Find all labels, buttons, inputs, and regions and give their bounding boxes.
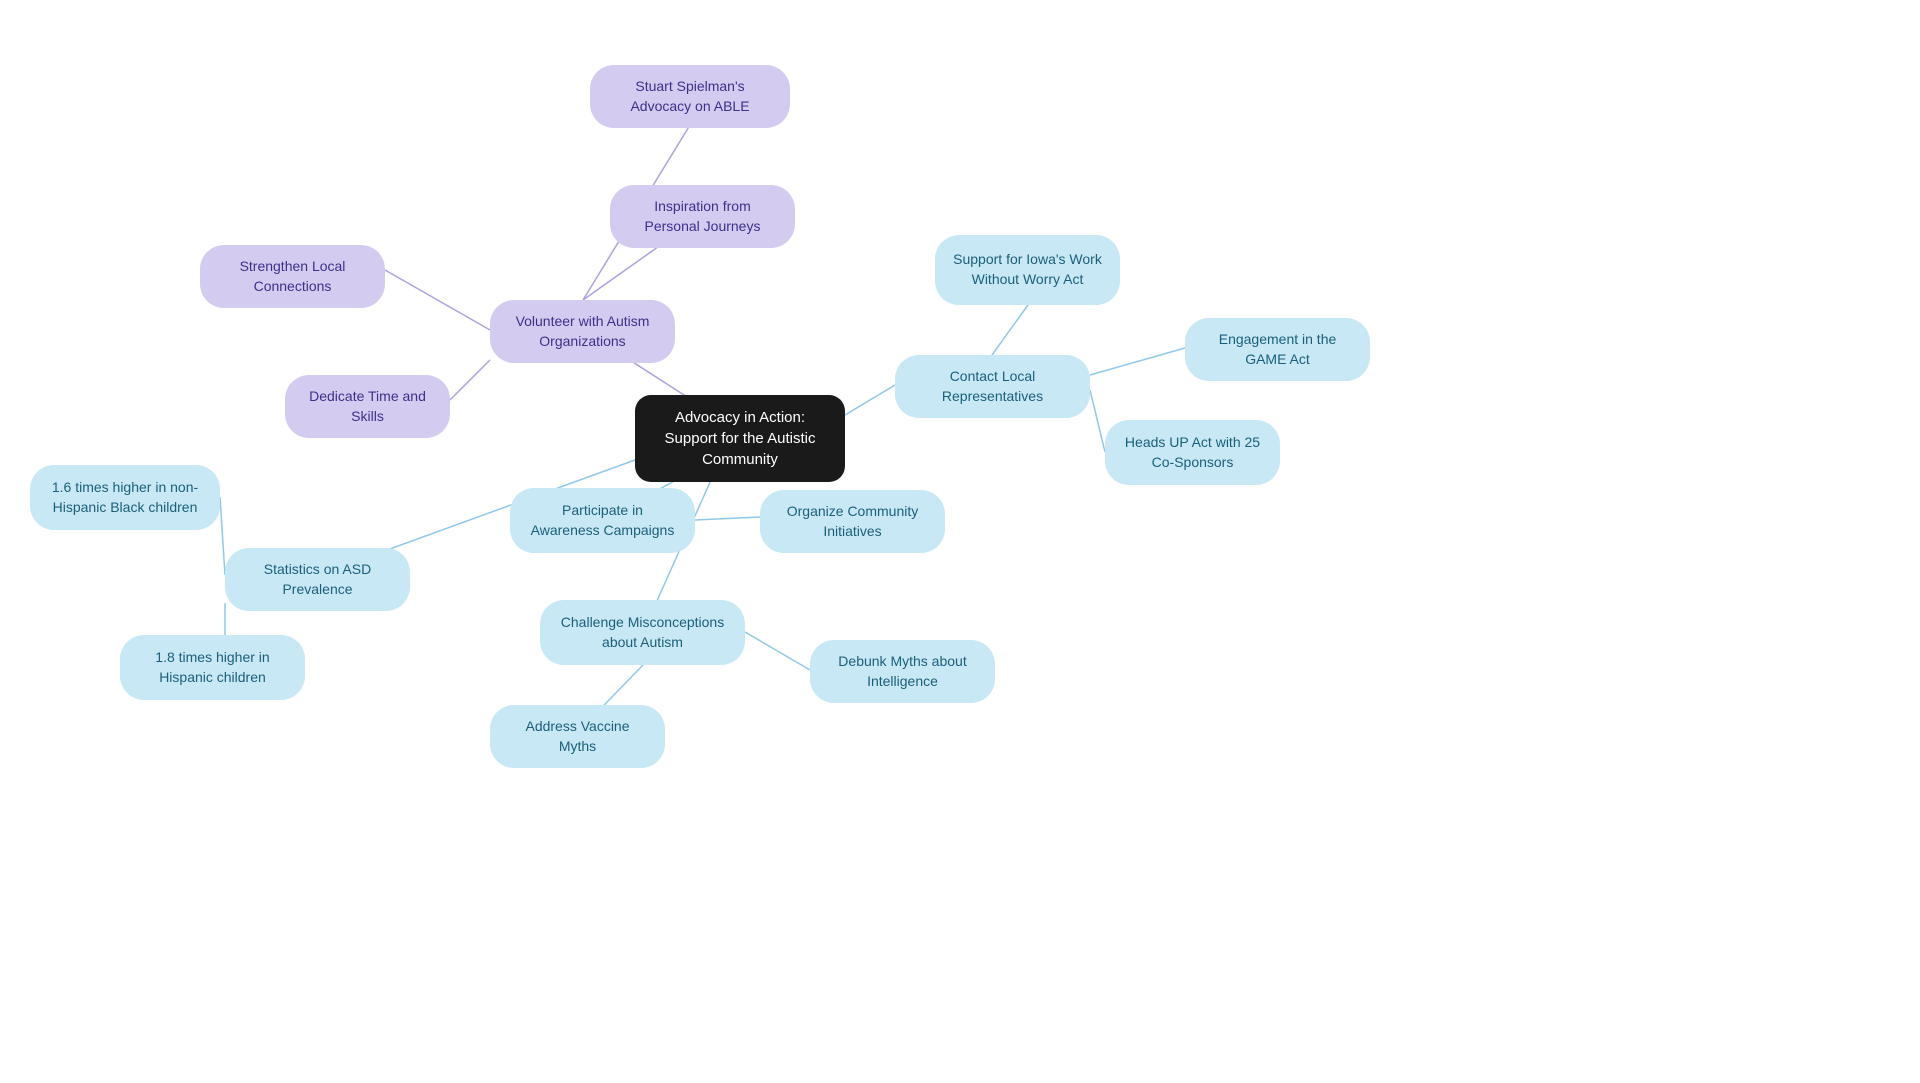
node-heads-up[interactable]: Heads UP Act with 25 Co-Sponsors [1105, 420, 1280, 485]
node-stuart[interactable]: Stuart Spielman's Advocacy on ABLE [590, 65, 790, 128]
node-participate[interactable]: Participate in Awareness Campaigns [510, 488, 695, 553]
node-game-act[interactable]: Engagement in the GAME Act [1185, 318, 1370, 381]
node-challenge[interactable]: Challenge Misconceptions about Autism [540, 600, 745, 665]
node-organize[interactable]: Organize Community Initiatives [760, 490, 945, 553]
center-node[interactable]: Advocacy in Action: Support for the Auti… [635, 395, 845, 482]
node-volunteer[interactable]: Volunteer with Autism Organizations [490, 300, 675, 363]
node-contact[interactable]: Contact Local Representatives [895, 355, 1090, 418]
node-dedicate[interactable]: Dedicate Time and Skills [285, 375, 450, 438]
node-inspiration[interactable]: Inspiration from Personal Journeys [610, 185, 795, 248]
node-address-vaccine[interactable]: Address Vaccine Myths [490, 705, 665, 768]
node-hispanic-children[interactable]: 1.8 times higher in Hispanic children [120, 635, 305, 700]
node-support-iowa[interactable]: Support for Iowa's Work Without Worry Ac… [935, 235, 1120, 305]
node-strengthen[interactable]: Strengthen Local Connections [200, 245, 385, 308]
connections-svg [0, 0, 1920, 1083]
mind-map: Advocacy in Action: Support for the Auti… [0, 0, 1920, 1083]
node-statistics[interactable]: Statistics on ASD Prevalence [225, 548, 410, 611]
node-debunk[interactable]: Debunk Myths about Intelligence [810, 640, 995, 703]
node-black-children[interactable]: 1.6 times higher in non-Hispanic Black c… [30, 465, 220, 530]
